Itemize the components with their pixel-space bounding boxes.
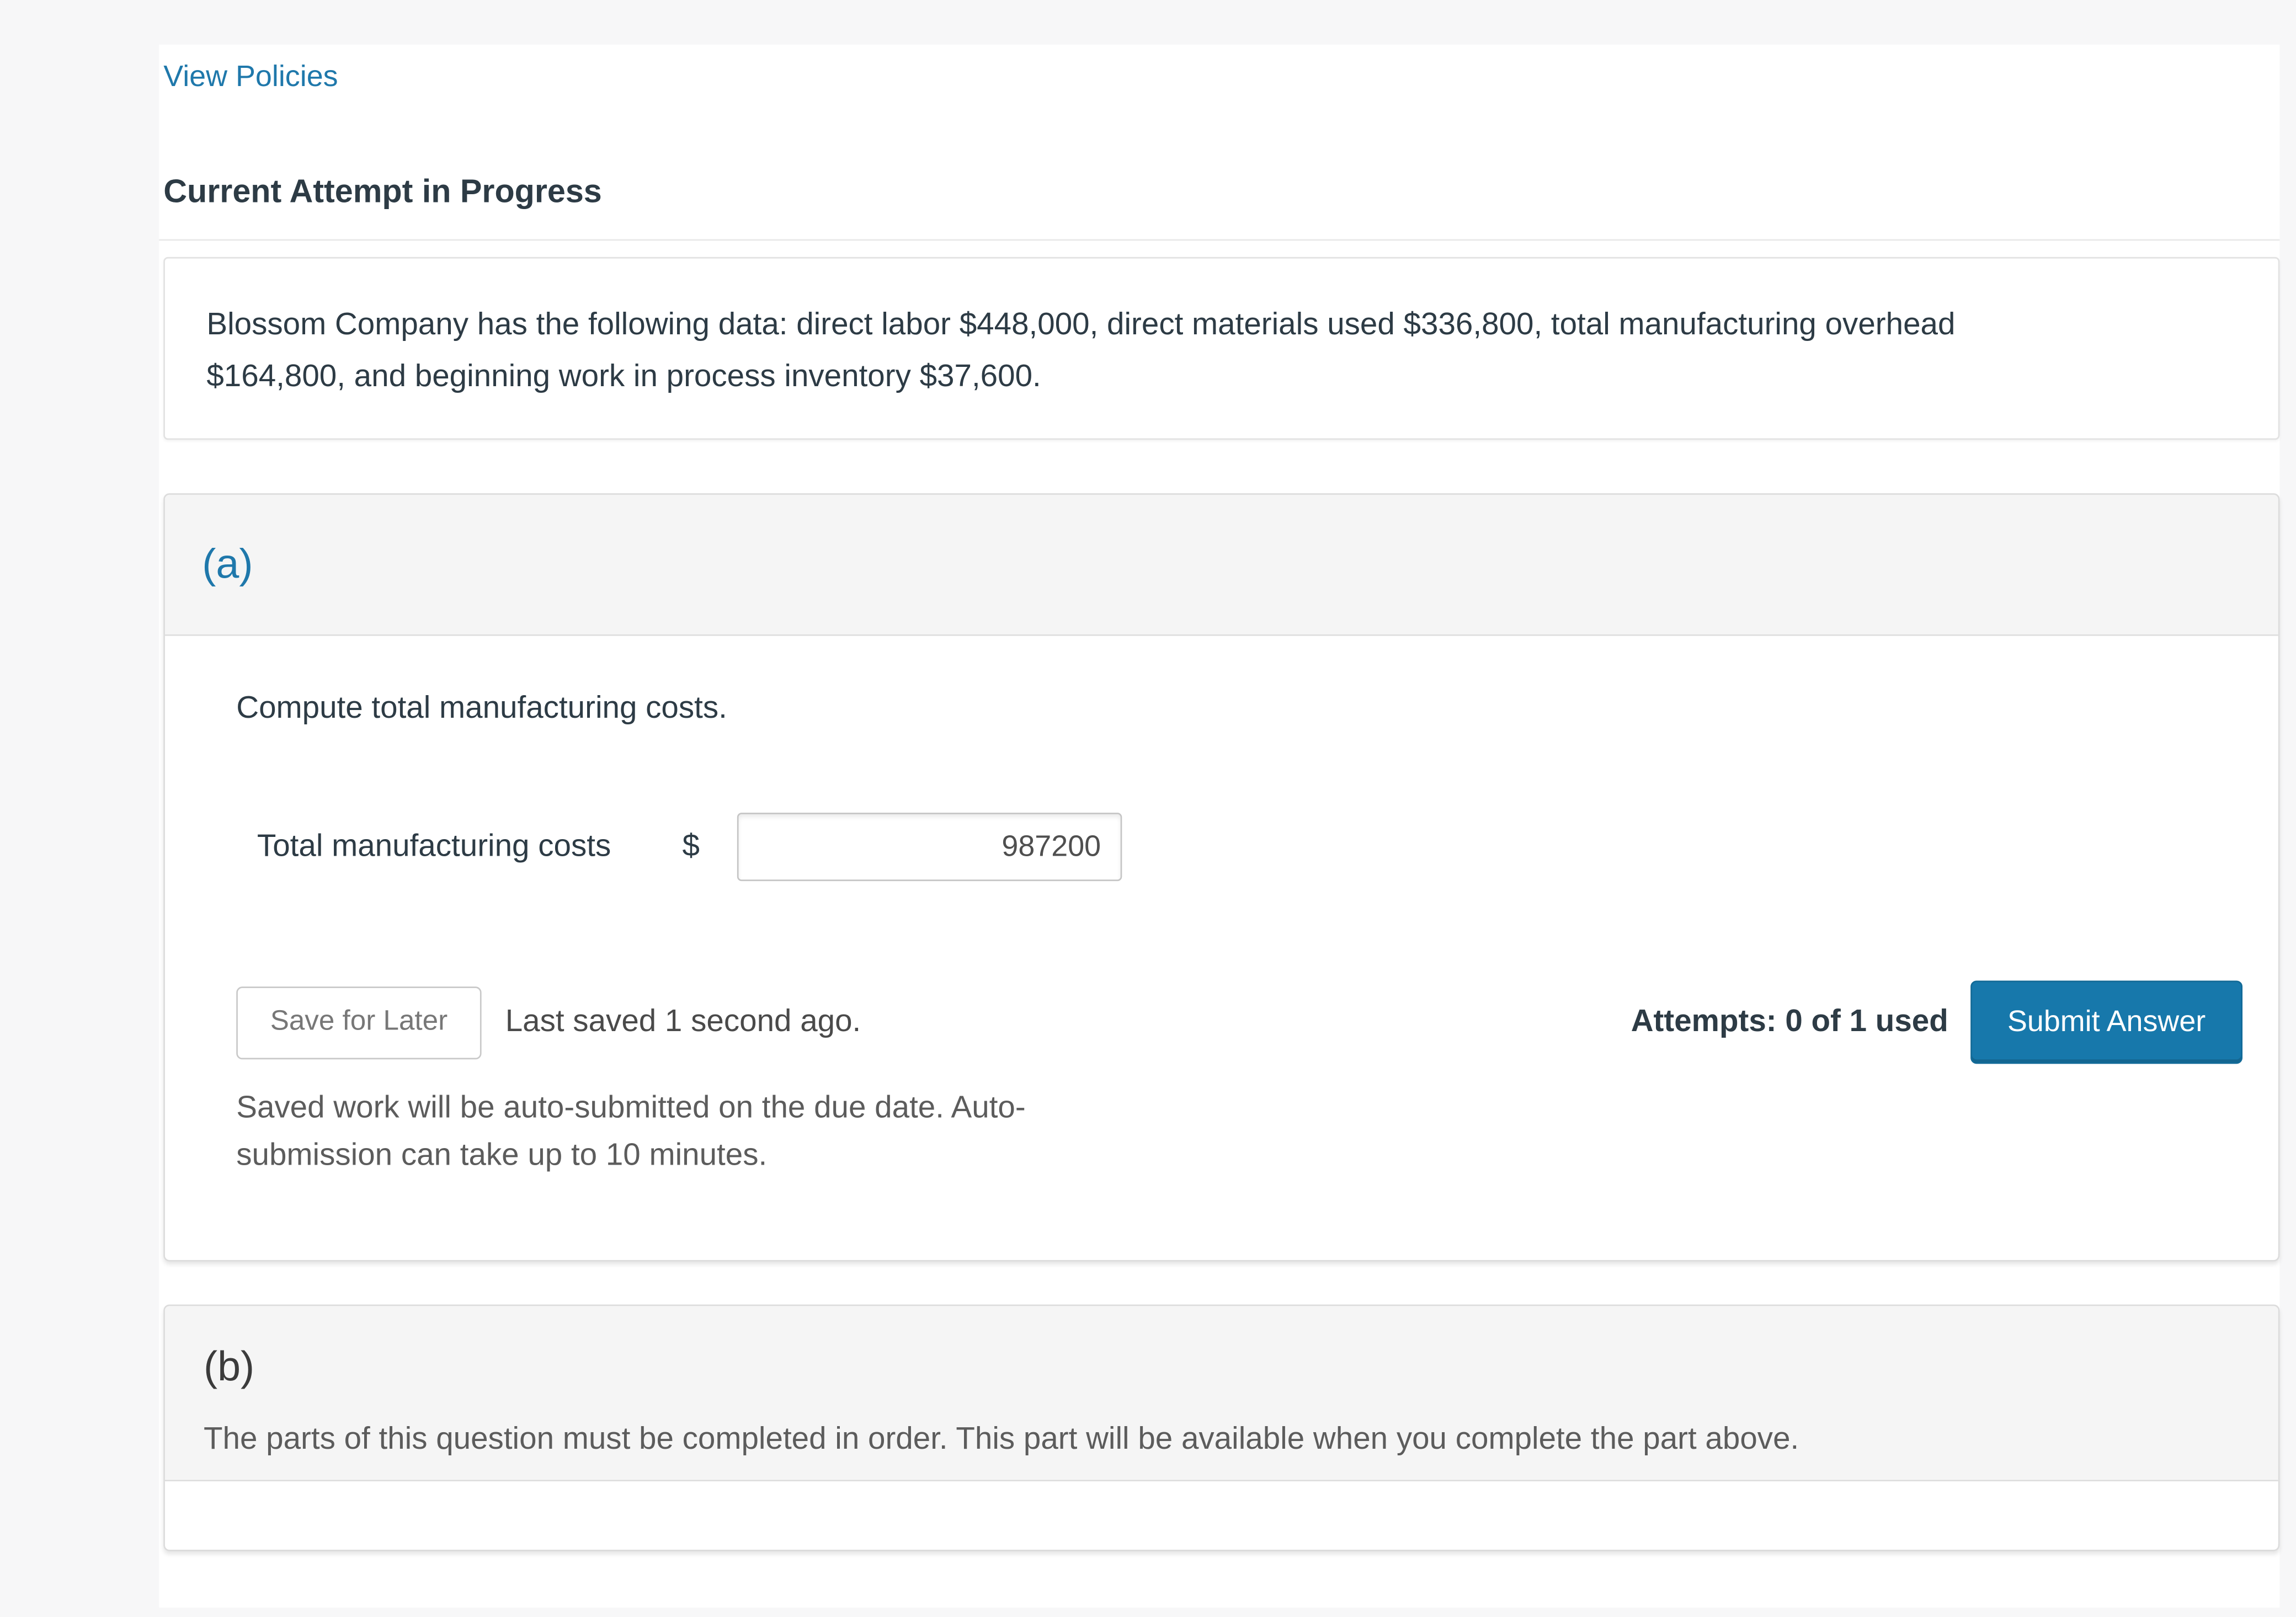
title-divider [159, 239, 2280, 241]
save-row-right: Attempts: 0 of 1 used Submit Answer [1631, 980, 2243, 1064]
content-inner: View Policies Current Attempt in Progres… [159, 45, 2280, 1551]
part-b-header: (b) The parts of this question must be c… [164, 1306, 2278, 1482]
save-row: Save for Later Last saved 1 second ago. … [236, 980, 2243, 1064]
question-card: Blossom Company has the following data: … [163, 257, 2280, 440]
submit-answer-button[interactable]: Submit Answer [1970, 980, 2243, 1064]
autosave-note-line: submission can take up to 10 minutes. [236, 1138, 768, 1172]
part-a-header: (a) [164, 494, 2278, 636]
page: View Policies Current Attempt in Progres… [0, 0, 2296, 1616]
part-b-section-label: (b) [203, 1343, 255, 1390]
question-text-line: $164,800, and beginning work in process … [206, 359, 1041, 394]
save-for-later-button[interactable]: Save for Later [236, 985, 482, 1059]
view-policies-link[interactable]: View Policies [163, 58, 338, 97]
answer-input[interactable] [737, 813, 1122, 882]
question-text-line: Blossom Company has the following data: … [206, 307, 1956, 342]
page-title: Current Attempt in Progress [163, 172, 602, 210]
part-a-card: (a) Compute total manufacturing costs. T… [163, 493, 2280, 1262]
autosave-note: Saved work will be auto-submitted on the… [236, 1085, 2242, 1180]
attempts-counter: Attempts: 0 of 1 used [1631, 1004, 1948, 1039]
currency-symbol: $ [682, 829, 700, 863]
answer-field-label: Total manufacturing costs [257, 829, 611, 863]
autosave-note-line: Saved work will be auto-submitted on the… [236, 1090, 1026, 1125]
part-a-body: Compute total manufacturing costs. Total… [164, 636, 2278, 1260]
part-b-card: (b) The parts of this question must be c… [163, 1304, 2280, 1551]
part-a-prompt: Compute total manufacturing costs. [236, 691, 727, 725]
part-b-body [164, 1481, 2278, 1550]
part-a-section-label[interactable]: (a) [202, 541, 253, 588]
last-saved-text: Last saved 1 second ago. [505, 1004, 861, 1039]
assignment-content-area: View Policies Current Attempt in Progres… [159, 44, 2280, 1608]
answer-row: Total manufacturing costs $ [257, 813, 2242, 882]
part-b-locked-message: The parts of this question must be compl… [203, 1422, 1799, 1456]
